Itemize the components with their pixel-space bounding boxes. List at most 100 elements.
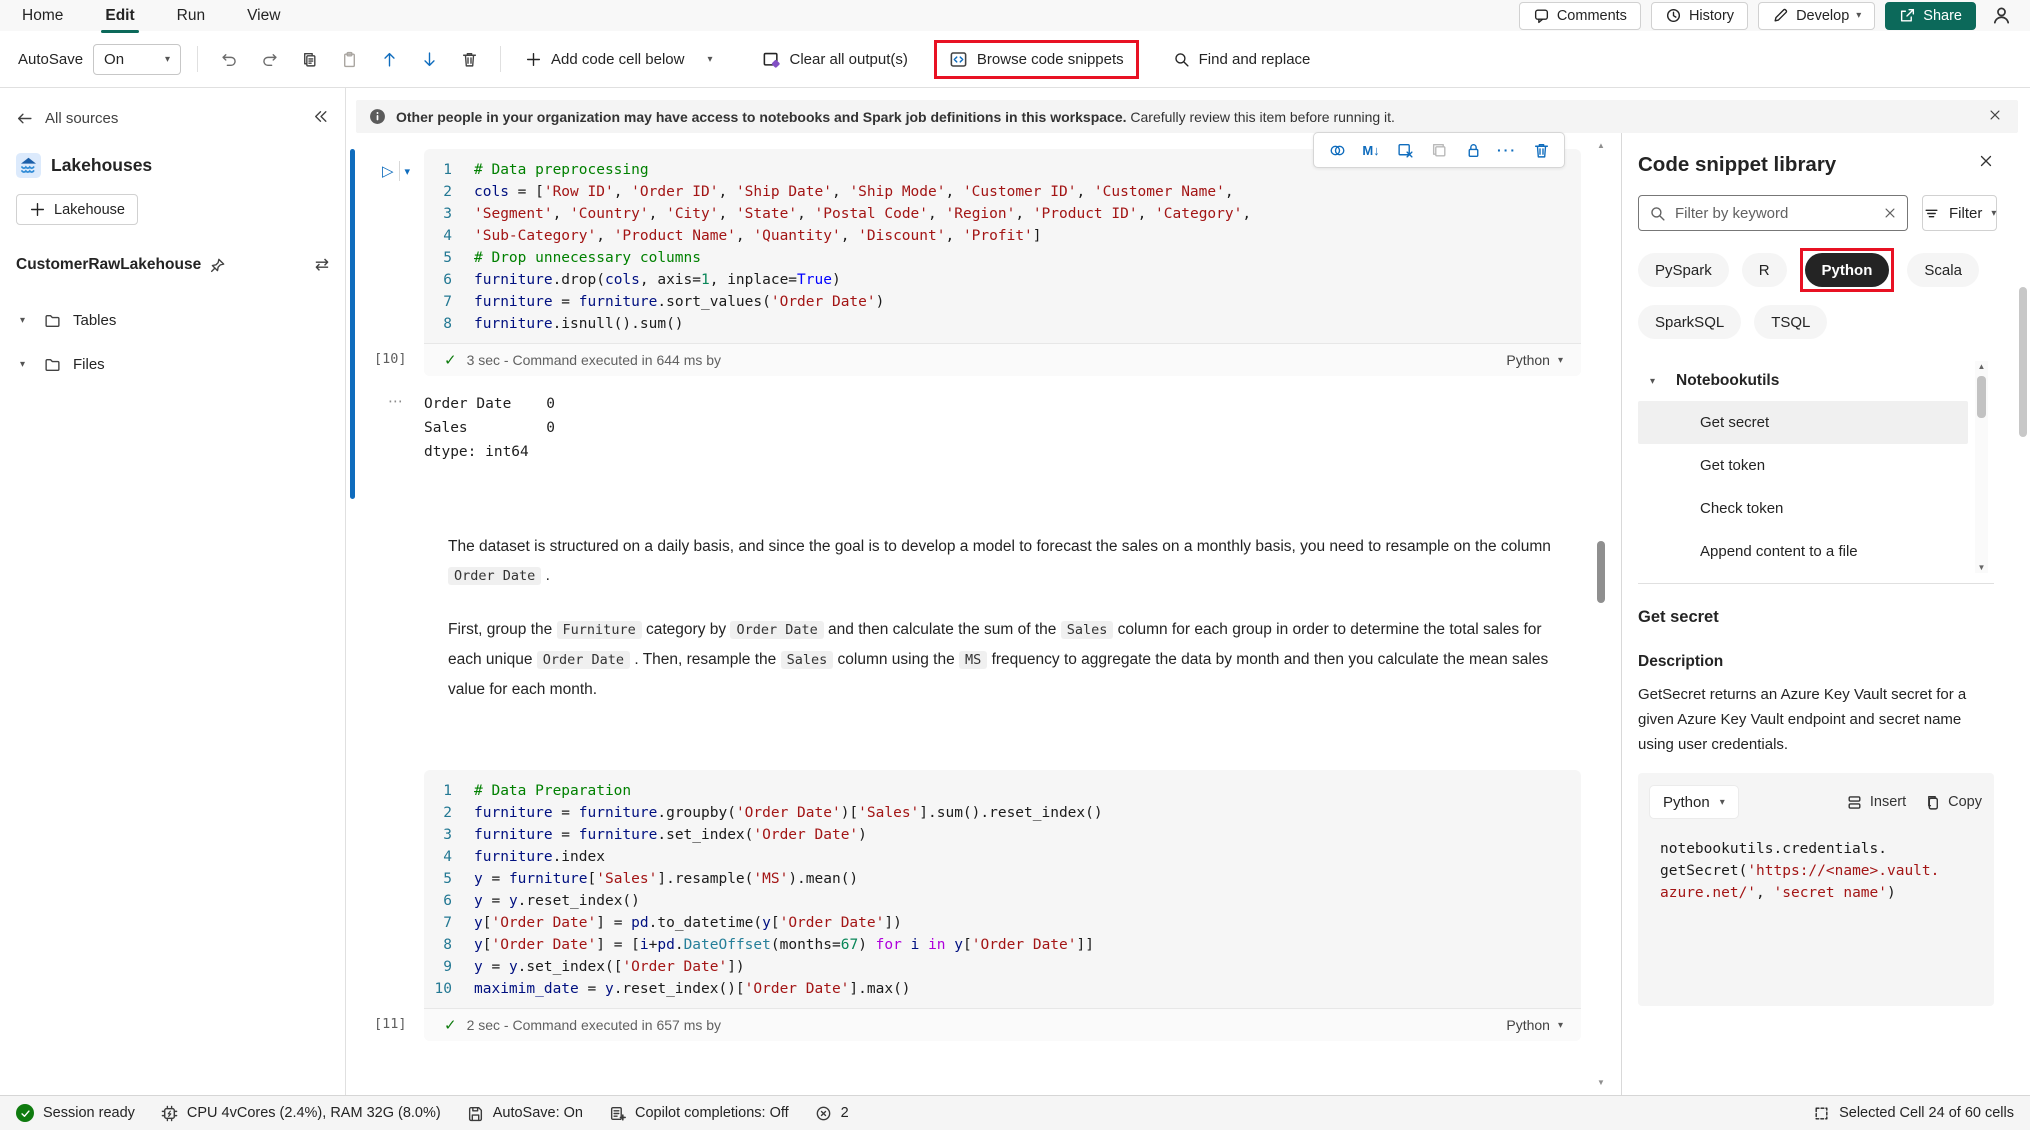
- code-line: 7y['Order Date'] = pd.to_datetime(y['Ord…: [432, 912, 1567, 934]
- snippet-filter-input[interactable]: [1675, 205, 1874, 222]
- chip-scala[interactable]: Scala: [1907, 253, 1979, 287]
- convert-to-markdown-button[interactable]: M↓: [1356, 136, 1386, 164]
- chip-pyspark[interactable]: PySpark: [1638, 253, 1729, 287]
- pin-icon[interactable]: [209, 257, 226, 274]
- snippet-item-get-secret[interactable]: Get secret: [1638, 401, 1968, 444]
- snippet-item-check-token[interactable]: Check token: [1638, 487, 1968, 530]
- lakehouse-name[interactable]: CustomerRawLakehouse: [16, 256, 201, 274]
- snippet-group-notebookutils[interactable]: ▾ Notebookutils: [1638, 361, 1968, 401]
- move-cell-up-button[interactable]: [374, 44, 404, 74]
- scroll-down-arrow[interactable]: ▼: [1975, 563, 1988, 572]
- chip-python[interactable]: Python: [1805, 253, 1890, 287]
- add-code-cell-button[interactable]: Add code cell below ▾: [517, 45, 720, 74]
- code-editor[interactable]: 1# Data preprocessing2cols = ['Row ID', …: [424, 149, 1581, 343]
- chip-tsql[interactable]: TSQL: [1754, 305, 1827, 339]
- autosave-status[interactable]: AutoSave: On: [467, 1105, 583, 1122]
- find-and-replace-button[interactable]: Find and replace: [1165, 45, 1319, 74]
- chip-sparksql[interactable]: SparkSQL: [1638, 305, 1741, 339]
- develop-dropdown[interactable]: Develop ▾: [1758, 2, 1875, 30]
- panel-close-button[interactable]: [1978, 153, 1994, 173]
- copilot-completions-status[interactable]: Copilot completions: Off: [609, 1105, 789, 1122]
- sidebar-item-tables[interactable]: ▾ Tables: [16, 301, 329, 339]
- cell-language-selector[interactable]: Python ▾: [1506, 1017, 1563, 1033]
- clear-filter-icon[interactable]: [1883, 206, 1897, 220]
- menu-tab-run[interactable]: Run: [175, 3, 207, 29]
- chip-r[interactable]: R: [1742, 253, 1787, 287]
- resource-usage[interactable]: CPU 4vCores (2.4%), RAM 32G (8.0%): [161, 1105, 441, 1122]
- panel-scrollbar[interactable]: [2018, 147, 2028, 1085]
- history-button[interactable]: History: [1651, 2, 1748, 30]
- scrollbar-thumb[interactable]: [2019, 287, 2027, 437]
- snippet-list: ▾ Notebookutils Get secret Get token Che…: [1638, 361, 1994, 573]
- autosave-dropdown[interactable]: On ▾: [93, 44, 181, 75]
- collapse-sidebar-button[interactable]: [312, 108, 329, 129]
- insert-snippet-button[interactable]: Insert: [1846, 794, 1906, 811]
- output-more-icon[interactable]: ⋯: [368, 392, 424, 464]
- delete-cell-button[interactable]: [1526, 136, 1556, 164]
- menu-tab-view[interactable]: View: [245, 3, 282, 29]
- add-lakehouse-button[interactable]: Lakehouse: [16, 194, 138, 225]
- language-chips: PySpark R Python Scala SparkSQL TSQL: [1638, 248, 1994, 339]
- execution-count: [11]: [374, 1016, 407, 1032]
- filter-button[interactable]: Filter ▾: [1922, 195, 1997, 231]
- scroll-up-arrow[interactable]: ▲: [1975, 362, 1988, 371]
- clear-all-outputs-button[interactable]: Clear all output(s): [754, 44, 916, 75]
- code-cell-2[interactable]: [11] 1# Data Preparation2furniture = fur…: [368, 770, 1581, 1041]
- cell-language-selector[interactable]: Python ▾: [1506, 352, 1563, 368]
- notebook-scrollbar[interactable]: ▲ ▼: [1595, 141, 1607, 1087]
- swap-lakehouse-icon[interactable]: ⇄: [315, 255, 329, 275]
- redo-button[interactable]: [254, 44, 284, 74]
- history-label: History: [1689, 8, 1734, 24]
- copilot-completions-icon: [609, 1105, 626, 1122]
- markdown-cell[interactable]: The dataset is structured on a daily bas…: [448, 532, 1561, 704]
- share-button[interactable]: Share: [1885, 2, 1976, 30]
- menu-tab-edit[interactable]: Edit: [103, 3, 136, 29]
- code-cell-1[interactable]: ▷ ▾ [10] M↓: [368, 149, 1581, 376]
- snippet-language-dropdown[interactable]: Python ▾: [1650, 786, 1738, 818]
- banner-bold-text: Other people in your organization may ha…: [396, 109, 1127, 125]
- delete-cell-button[interactable]: [454, 44, 484, 74]
- close-icon: [1978, 153, 1994, 169]
- move-cell-down-button[interactable]: [414, 44, 444, 74]
- banner-close-button[interactable]: [1988, 108, 2002, 126]
- code-line: 3'Segment', 'Country', 'City', 'State', …: [432, 203, 1567, 225]
- scrollbar-thumb[interactable]: [1597, 541, 1605, 603]
- duplicate-cell-button[interactable]: [1424, 136, 1454, 164]
- duplicate-icon: [1431, 142, 1448, 159]
- run-cell-button[interactable]: ▷: [382, 164, 394, 179]
- arrow-left-icon[interactable]: [16, 110, 33, 127]
- session-status[interactable]: Session ready: [16, 1104, 135, 1122]
- menu-tab-home[interactable]: Home: [20, 3, 65, 29]
- snippet-code[interactable]: notebookutils.credentials.getSecret('htt…: [1650, 838, 1982, 904]
- browse-code-snippets-label: Browse code snippets: [977, 51, 1124, 68]
- snippet-item-get-token[interactable]: Get token: [1638, 444, 1968, 487]
- scrollbar-thumb[interactable]: [1977, 376, 1986, 418]
- undo-button[interactable]: [214, 44, 244, 74]
- paste-button[interactable]: [334, 44, 364, 74]
- chevron-down-icon: ▾: [1856, 10, 1861, 21]
- clear-cell-output-button[interactable]: [1390, 136, 1420, 164]
- copy-label: Copy: [1948, 794, 1982, 810]
- find-and-replace-label: Find and replace: [1199, 51, 1311, 68]
- comments-button[interactable]: Comments: [1519, 2, 1641, 30]
- copilot-completions-label: Copilot completions: Off: [635, 1105, 789, 1121]
- scroll-down-arrow[interactable]: ▼: [1596, 1078, 1606, 1087]
- copilot-cell-button[interactable]: [1322, 136, 1352, 164]
- more-options-button[interactable]: ···: [1492, 136, 1522, 164]
- inline-code-chip: MS: [959, 651, 987, 669]
- collapse-cell-icon[interactable]: ▾: [405, 165, 411, 178]
- copy-snippet-button[interactable]: Copy: [1924, 794, 1982, 811]
- code-editor[interactable]: 1# Data Preparation2furniture = furnitur…: [424, 770, 1581, 1008]
- scroll-up-arrow[interactable]: ▲: [1596, 141, 1606, 150]
- snippet-list-scrollbar[interactable]: ▲ ▼: [1975, 361, 1988, 573]
- error-count[interactable]: 2: [815, 1105, 849, 1122]
- copy-button[interactable]: [294, 44, 324, 74]
- sidebar-item-files[interactable]: ▾ Files: [16, 345, 329, 383]
- browse-code-snippets-button-highlighted[interactable]: Browse code snippets: [934, 40, 1139, 79]
- menu-bar: Home Edit Run View Comments History Deve…: [0, 0, 2030, 31]
- all-sources-link[interactable]: All sources: [45, 110, 118, 127]
- account-button[interactable]: [1986, 1, 2016, 31]
- lock-cell-button[interactable]: [1458, 136, 1488, 164]
- snippet-item-append-content[interactable]: Append content to a file: [1638, 530, 1968, 573]
- sidebar-title: Lakehouses: [51, 155, 152, 176]
